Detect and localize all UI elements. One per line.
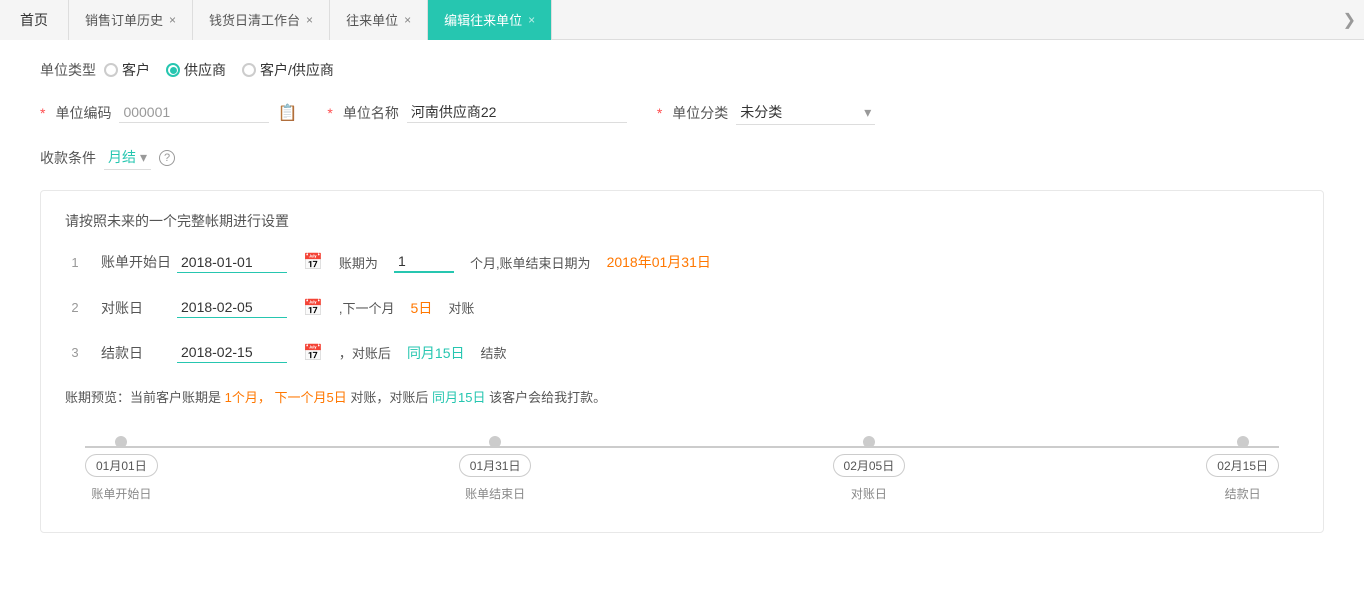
timeline-node-1: 01月31日 账单结束日 bbox=[459, 436, 532, 502]
radio-group-unit-type: 客户 供应商 客户/供应商 bbox=[104, 60, 334, 80]
payment-date-label: 结款日 bbox=[101, 343, 161, 363]
row-num-2: 2 bbox=[65, 300, 85, 315]
radio-customer[interactable]: 客户 bbox=[104, 60, 150, 80]
end-date-highlight: 2018年01月31日 bbox=[607, 252, 711, 272]
node-label-0: 账单开始日 bbox=[91, 485, 151, 502]
timeline-node-2: 02月05日 对账日 bbox=[833, 436, 906, 502]
unit-name-group: * 单位名称 bbox=[327, 102, 626, 123]
payment-date-input[interactable] bbox=[177, 342, 287, 363]
radio-circle-customer bbox=[104, 63, 118, 77]
setting-row-reconcile: 2 对账日 📅 ,下一个月 5日 对账 bbox=[65, 297, 1299, 318]
panel-instruction: 请按照未来的一个完整帐期进行设置 bbox=[65, 211, 1299, 231]
node-label-1: 账单结束日 bbox=[465, 485, 525, 502]
tab-bar-expand[interactable]: ❯ bbox=[1343, 10, 1364, 30]
node-date-3: 02月15日 bbox=[1206, 454, 1279, 477]
unit-category-group: * 单位分类 未分类 ▾ bbox=[657, 100, 875, 125]
tab-cash-clearance[interactable]: 钱货日清工作台 × bbox=[193, 0, 330, 40]
main-content: 单位类型 客户 供应商 客户/供应商 bbox=[0, 40, 1364, 608]
node-date-1: 01月31日 bbox=[459, 454, 532, 477]
preview-payment: 同月15日 bbox=[432, 390, 485, 405]
setting-row-payment-date: 3 结款日 📅 ，对账后 同月15日 结款 bbox=[65, 342, 1299, 363]
payment-highlight: 同月15日 bbox=[407, 343, 465, 363]
reconcile-calendar-icon[interactable]: 📅 bbox=[303, 298, 323, 318]
period-input[interactable] bbox=[394, 251, 454, 273]
unit-type-group: 单位类型 客户 供应商 客户/供应商 bbox=[40, 60, 334, 80]
unit-category-label: 单位分类 bbox=[672, 103, 728, 123]
period-unit: 个月,账单结束日期为 bbox=[470, 253, 591, 272]
reconcile-highlight: 5日 bbox=[411, 298, 433, 318]
unit-name-label: 单位名称 bbox=[343, 103, 399, 123]
tab-edit-partner-units[interactable]: 编辑往来单位 × bbox=[428, 0, 552, 40]
payment-terms-group: 收款条件 月结 ▾ ? bbox=[40, 145, 175, 170]
payment-calendar-icon[interactable]: 📅 bbox=[303, 343, 323, 363]
start-date-input[interactable] bbox=[177, 252, 287, 273]
timeline-nodes: 01月01日 账单开始日 01月31日 账单结束日 02月05日 对账日 bbox=[85, 436, 1279, 502]
reconcile-label: 对账日 bbox=[101, 298, 161, 318]
node-dot-1 bbox=[489, 436, 501, 448]
payment-suffix: ，对账后 bbox=[339, 343, 391, 362]
node-dot-2 bbox=[863, 436, 875, 448]
form-row-payment: 收款条件 月结 ▾ ? bbox=[40, 145, 1324, 170]
reconcile-after: 对账 bbox=[448, 298, 474, 317]
row-num-3: 3 bbox=[65, 345, 85, 360]
radio-circle-customer-supplier bbox=[242, 63, 256, 77]
help-icon[interactable]: ? bbox=[159, 150, 175, 166]
reconcile-prefix: ,下一个月 bbox=[339, 298, 395, 317]
preview-months: 1个月， bbox=[225, 390, 271, 405]
unit-type-label: 单位类型 bbox=[40, 60, 96, 80]
unit-code-label: 单位编码 bbox=[55, 103, 111, 123]
tab-home[interactable]: 首页 bbox=[0, 0, 69, 40]
unit-name-input[interactable] bbox=[407, 102, 627, 123]
payment-terms-value: 月结 bbox=[108, 147, 136, 167]
payment-after: 结款 bbox=[481, 343, 507, 362]
unit-code-group: * 单位编码 📋 bbox=[40, 102, 297, 123]
setting-row-start-date: 1 账单开始日 📅 账期为 个月,账单结束日期为 2018年01月31日 bbox=[65, 251, 1299, 273]
tab-bar: 首页 销售订单历史 × 钱货日清工作台 × 往来单位 × 编辑往来单位 × ❯ bbox=[0, 0, 1364, 40]
payment-terms-label: 收款条件 bbox=[40, 148, 96, 168]
unit-category-value: 未分类 bbox=[740, 102, 860, 122]
row-num-1: 1 bbox=[65, 255, 85, 270]
timeline-node-3: 02月15日 结款日 bbox=[1206, 436, 1279, 502]
unit-code-input[interactable] bbox=[119, 102, 269, 123]
unit-category-select[interactable]: 未分类 ▾ bbox=[736, 100, 875, 125]
close-icon-cash[interactable]: × bbox=[306, 13, 313, 27]
start-date-label: 账单开始日 bbox=[101, 252, 161, 272]
period-suffix: 账期为 bbox=[339, 253, 378, 272]
radio-customer-label: 客户 bbox=[122, 60, 150, 80]
copy-icon[interactable]: 📋 bbox=[277, 103, 297, 123]
reconcile-date-input[interactable] bbox=[177, 297, 287, 318]
required-star-code: * bbox=[40, 105, 45, 121]
preview-text: 账期预览：当前客户账期是 1个月， 下一个月5日 对账，对账后 同月15日 该客… bbox=[65, 387, 1299, 406]
node-label-3: 结款日 bbox=[1225, 485, 1261, 502]
close-icon-edit-partner[interactable]: × bbox=[528, 13, 535, 27]
tab-sales-order-history[interactable]: 销售订单历史 × bbox=[69, 0, 193, 40]
node-label-2: 对账日 bbox=[851, 485, 887, 502]
required-star-category: * bbox=[657, 105, 662, 121]
preview-reconcile: 下一个月5日 bbox=[275, 390, 347, 405]
start-date-calendar-icon[interactable]: 📅 bbox=[303, 252, 323, 272]
node-dot-0 bbox=[115, 436, 127, 448]
payment-terms-select[interactable]: 月结 ▾ bbox=[104, 145, 151, 170]
timeline: 01月01日 账单开始日 01月31日 账单结束日 02月05日 对账日 bbox=[65, 426, 1299, 512]
radio-circle-supplier bbox=[166, 63, 180, 77]
category-dropdown-icon: ▾ bbox=[864, 104, 871, 121]
radio-supplier-label: 供应商 bbox=[184, 60, 226, 80]
timeline-node-0: 01月01日 账单开始日 bbox=[85, 436, 158, 502]
node-date-0: 01月01日 bbox=[85, 454, 158, 477]
close-icon-sales[interactable]: × bbox=[169, 13, 176, 27]
form-row-code-name: * 单位编码 📋 * 单位名称 * 单位分类 未分类 ▾ bbox=[40, 100, 1324, 125]
node-date-2: 02月05日 bbox=[833, 454, 906, 477]
close-icon-partner[interactable]: × bbox=[404, 13, 411, 27]
payment-dropdown-icon: ▾ bbox=[140, 149, 147, 166]
node-dot-3 bbox=[1237, 436, 1249, 448]
settings-panel: 请按照未来的一个完整帐期进行设置 1 账单开始日 📅 账期为 个月,账单结束日期… bbox=[40, 190, 1324, 533]
radio-customer-supplier[interactable]: 客户/供应商 bbox=[242, 60, 334, 80]
radio-dot-supplier bbox=[170, 67, 177, 74]
radio-supplier[interactable]: 供应商 bbox=[166, 60, 226, 80]
form-row-unit-type: 单位类型 客户 供应商 客户/供应商 bbox=[40, 60, 1324, 80]
tab-partner-units[interactable]: 往来单位 × bbox=[330, 0, 428, 40]
required-star-name: * bbox=[327, 105, 332, 121]
radio-customer-supplier-label: 客户/供应商 bbox=[260, 60, 334, 80]
